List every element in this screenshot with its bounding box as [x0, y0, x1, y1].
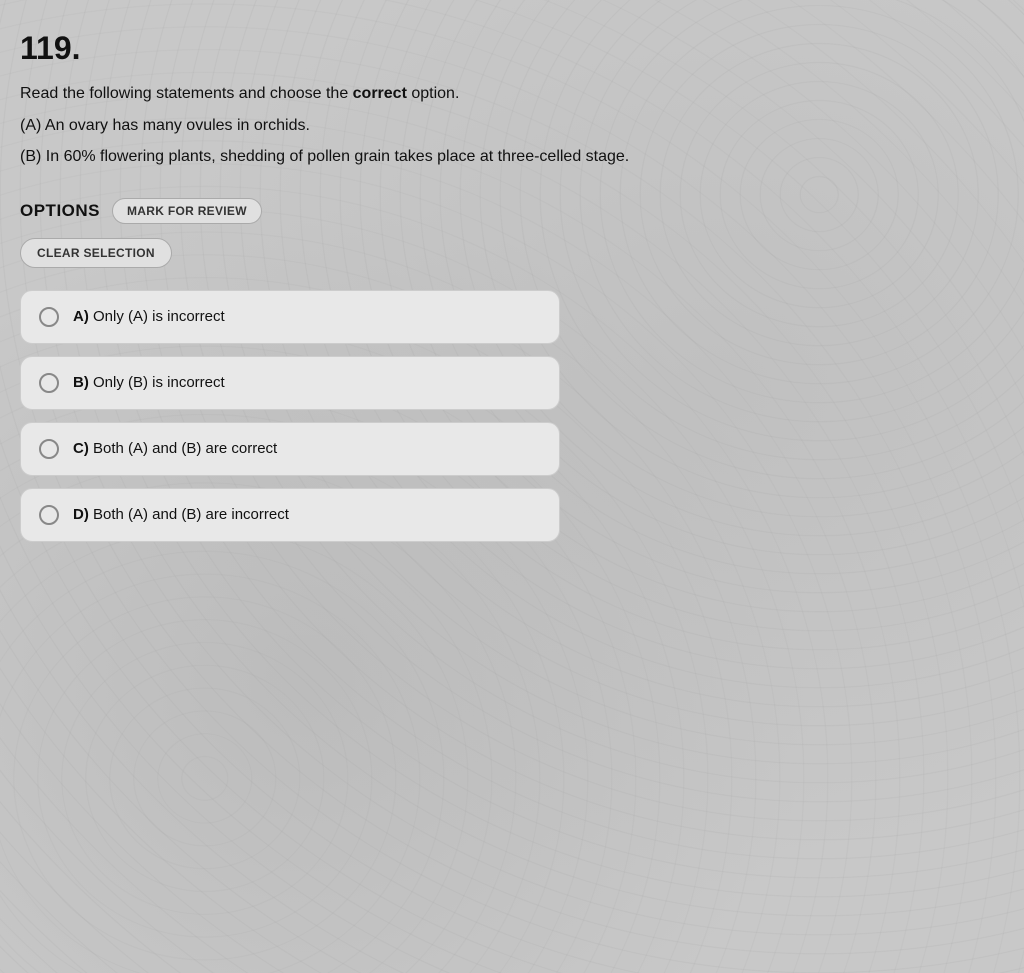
radio-a — [39, 307, 59, 327]
statement-a: (A) An ovary has many ovules in orchids. — [20, 113, 1004, 139]
option-a-text: A) Only (A) is incorrect — [73, 308, 225, 325]
option-b-text: B) Only (B) is incorrect — [73, 374, 225, 391]
question-instruction: Read the following statements and choose… — [20, 81, 1004, 107]
options-label: OPTIONS — [20, 201, 100, 221]
option-d[interactable]: D) Both (A) and (B) are incorrect — [20, 488, 560, 542]
radio-c — [39, 439, 59, 459]
radio-b — [39, 373, 59, 393]
option-c-text: C) Both (A) and (B) are correct — [73, 440, 277, 457]
option-b[interactable]: B) Only (B) is incorrect — [20, 356, 560, 410]
mark-for-review-button[interactable]: MARK FOR REVIEW — [112, 198, 262, 224]
options-header: OPTIONS MARK FOR REVIEW — [20, 198, 1004, 224]
question-number: 119. — [20, 30, 1004, 67]
radio-d — [39, 505, 59, 525]
option-a[interactable]: A) Only (A) is incorrect — [20, 290, 560, 344]
statement-b: (B) In 60% flowering plants, shedding of… — [20, 144, 1004, 170]
options-list: A) Only (A) is incorrect B) Only (B) is … — [20, 290, 1004, 542]
clear-selection-button[interactable]: CLEAR SELECTION — [20, 238, 172, 268]
option-c[interactable]: C) Both (A) and (B) are correct — [20, 422, 560, 476]
option-d-text: D) Both (A) and (B) are incorrect — [73, 506, 289, 523]
